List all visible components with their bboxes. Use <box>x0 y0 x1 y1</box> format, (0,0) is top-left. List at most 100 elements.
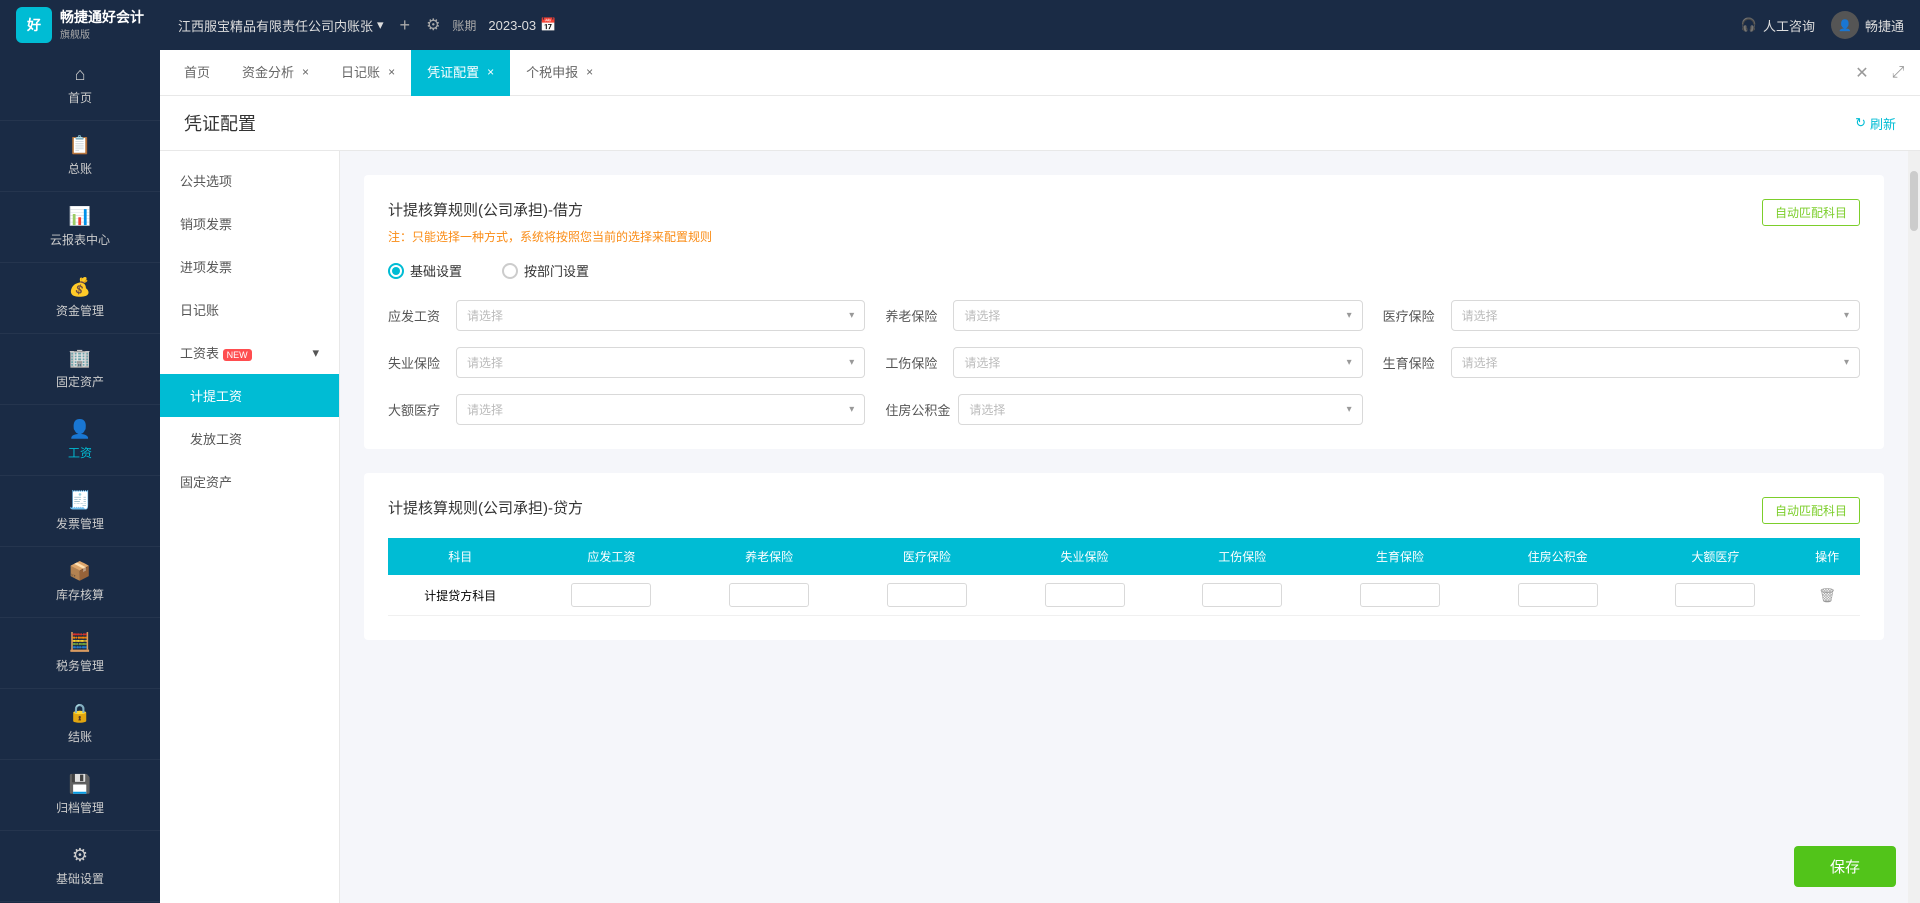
tab-tax-close[interactable]: × <box>586 65 593 79</box>
page-header: 凭证配置 ↻ 刷新 <box>160 96 1920 151</box>
assets-icon: 🏢 <box>69 348 91 369</box>
tab-journal[interactable]: 日记账 × <box>325 50 411 96</box>
left-nav-fixed-assets[interactable]: 固定资产 <box>160 460 339 503</box>
input-dayl[interactable] <box>1675 583 1755 607</box>
consult-area[interactable]: 🎧 人工咨询 <box>1741 16 1815 35</box>
chevron-down-icon: ▾ <box>849 310 854 321</box>
sidebar-item-inventory[interactable]: 📦 库存核算 <box>0 547 160 618</box>
tab-voucher[interactable]: 凭证配置 × <box>411 50 510 96</box>
refresh-button[interactable]: ↻ 刷新 <box>1855 114 1896 133</box>
calendar-icon[interactable]: 📅 <box>540 17 556 33</box>
field-sybx2-label: 生育保险 <box>1383 353 1443 372</box>
debit-auto-match-button[interactable]: 自动匹配科目 <box>1762 199 1860 226</box>
sidebar-item-close[interactable]: 🔒 结账 <box>0 689 160 760</box>
refresh-icon: ↻ <box>1855 115 1866 131</box>
delete-row-button[interactable]: 🗑 <box>1818 587 1836 603</box>
sidebar-item-ledger[interactable]: 📋 总账 <box>0 121 160 192</box>
left-nav: 公共选项 销项发票 进项发票 日记账 工资表 NEW ▾ 计提工资 <box>160 151 340 903</box>
tab-capital-close[interactable]: × <box>302 65 309 79</box>
tab-voucher-close[interactable]: × <box>487 65 494 79</box>
row-label: 计提贷方科目 <box>388 575 533 616</box>
sidebar-label: 基础设置 <box>56 870 104 887</box>
input-gsbx[interactable] <box>1202 583 1282 607</box>
tab-journal-label: 日记账 <box>341 62 380 81</box>
tab-home[interactable]: 首页 <box>168 50 226 96</box>
sidebar-item-reports[interactable]: 📊 云报表中心 <box>0 192 160 263</box>
col-sybx: 失业保险 <box>1006 538 1164 575</box>
chevron-down-icon: ▾ <box>312 345 319 361</box>
tab-tax[interactable]: 个税申报 × <box>510 50 609 96</box>
sidebar-label: 归档管理 <box>56 799 104 816</box>
chevron-down-icon: ▾ <box>1844 357 1849 368</box>
tab-capital[interactable]: 资金分析 × <box>226 50 325 96</box>
inventory-icon: 📦 <box>69 561 91 582</box>
radio-group: 基础设置 按部门设置 <box>388 261 1860 280</box>
sidebar-label: 库存核算 <box>56 586 104 603</box>
input-ylbx2[interactable] <box>887 583 967 607</box>
sidebar-item-archive[interactable]: 💾 归档管理 <box>0 760 160 831</box>
content-area: 首页 资金分析 × 日记账 × 凭证配置 × 个税申报 × ✕ ⤢ <box>160 50 1920 903</box>
user-area[interactable]: 👤 畅捷通 <box>1831 11 1904 39</box>
add-tab-button[interactable]: + <box>396 15 415 36</box>
field-yfgz-select[interactable]: 请选择 ▾ <box>456 300 865 331</box>
field-sybx2-select[interactable]: 请选择 ▾ <box>1451 347 1860 378</box>
left-nav-accrue-salary[interactable]: 计提工资 <box>160 374 339 417</box>
credit-section-header: 计提核算规则(公司承担)-贷方 自动匹配科目 <box>388 497 1860 526</box>
tab-bar-actions: ✕ ⤢ <box>1848 59 1912 87</box>
headset-icon: 🎧 <box>1741 17 1757 33</box>
settings-icon[interactable]: ⚙ <box>426 15 440 35</box>
left-nav-purchase[interactable]: 进项发票 <box>160 245 339 288</box>
left-nav-journal[interactable]: 日记账 <box>160 288 339 331</box>
left-nav-pay-salary[interactable]: 发放工资 <box>160 417 339 460</box>
table-header-row: 科目 应发工资 养老保险 医疗保险 失业保险 工伤保险 生育保险 住房公积金 大… <box>388 538 1860 575</box>
save-button[interactable]: 保存 <box>1794 846 1896 887</box>
chevron-down-icon: ▾ <box>1347 310 1352 321</box>
sidebar-item-salary[interactable]: 👤 工资 <box>0 405 160 476</box>
input-yfgz[interactable] <box>571 583 651 607</box>
app-name: 畅捷通好会计 <box>60 9 144 26</box>
input-zfgjj[interactable] <box>1518 583 1598 607</box>
credit-auto-match-button[interactable]: 自动匹配科目 <box>1762 497 1860 524</box>
sidebar-item-home[interactable]: ⌂ 首页 <box>0 50 160 121</box>
field-sybx: 失业保险 请选择 ▾ <box>388 347 865 378</box>
cell-zfgjj <box>1479 575 1637 616</box>
input-sybx2[interactable] <box>1360 583 1440 607</box>
col-zfgjj: 住房公积金 <box>1479 538 1637 575</box>
col-ylbx: 养老保险 <box>690 538 848 575</box>
field-gsbx-select[interactable]: 请选择 ▾ <box>953 347 1362 378</box>
field-dayl-label: 大额医疗 <box>388 400 448 419</box>
sidebar-item-settings[interactable]: ⚙ 基础设置 <box>0 831 160 902</box>
tab-journal-close[interactable]: × <box>388 65 395 79</box>
bottom-spacer <box>364 664 1884 724</box>
field-dayl-select[interactable]: 请选择 ▾ <box>456 394 865 425</box>
sidebar-item-invoice[interactable]: 🧾 发票管理 <box>0 476 160 547</box>
maximize-button[interactable]: ⤢ <box>1884 59 1912 87</box>
sidebar-item-capital[interactable]: 💰 资金管理 <box>0 263 160 334</box>
sidebar: ⌂ 首页 📋 总账 📊 云报表中心 💰 资金管理 🏢 固定资产 👤 工资 🧾 发… <box>0 50 160 903</box>
field-zfgjj-select[interactable]: 请选择 ▾ <box>958 394 1362 425</box>
credit-table: 科目 应发工资 养老保险 医疗保险 失业保险 工伤保险 生育保险 住房公积金 大… <box>388 538 1860 616</box>
field-sybx-label: 失业保险 <box>388 353 448 372</box>
sidebar-item-tax[interactable]: 🧮 税务管理 <box>0 618 160 689</box>
left-nav-sales[interactable]: 销项发票 <box>160 202 339 245</box>
left-nav-public[interactable]: 公共选项 <box>160 159 339 202</box>
input-ylbx[interactable] <box>729 583 809 607</box>
field-ylbx-select[interactable]: 请选择 ▾ <box>953 300 1362 331</box>
field-ylbx2-select[interactable]: 请选择 ▾ <box>1451 300 1860 331</box>
input-sybx[interactable] <box>1045 583 1125 607</box>
field-sybx-select[interactable]: 请选择 ▾ <box>456 347 865 378</box>
close-books-icon: 🔒 <box>69 703 91 724</box>
sidebar-item-assets[interactable]: 🏢 固定资产 <box>0 334 160 405</box>
scrollbar[interactable] <box>1908 151 1920 903</box>
sidebar-label: 资金管理 <box>56 302 104 319</box>
field-ylbx: 养老保险 请选择 ▾ <box>885 300 1362 331</box>
field-ylbx-label: 养老保险 <box>885 306 945 325</box>
radio-dept[interactable]: 按部门设置 <box>502 261 589 280</box>
chevron-down-icon: ▾ <box>377 17 384 33</box>
left-nav-payroll-table[interactable]: 工资表 NEW ▾ <box>160 331 339 374</box>
radio-basic[interactable]: 基础设置 <box>388 261 462 280</box>
company-selector[interactable]: 江西服宝精品有限责任公司内账张 ▾ <box>178 16 384 35</box>
close-tab-button[interactable]: ✕ <box>1848 59 1876 87</box>
col-dayl: 大额医疗 <box>1637 538 1795 575</box>
cell-yfgz <box>533 575 691 616</box>
